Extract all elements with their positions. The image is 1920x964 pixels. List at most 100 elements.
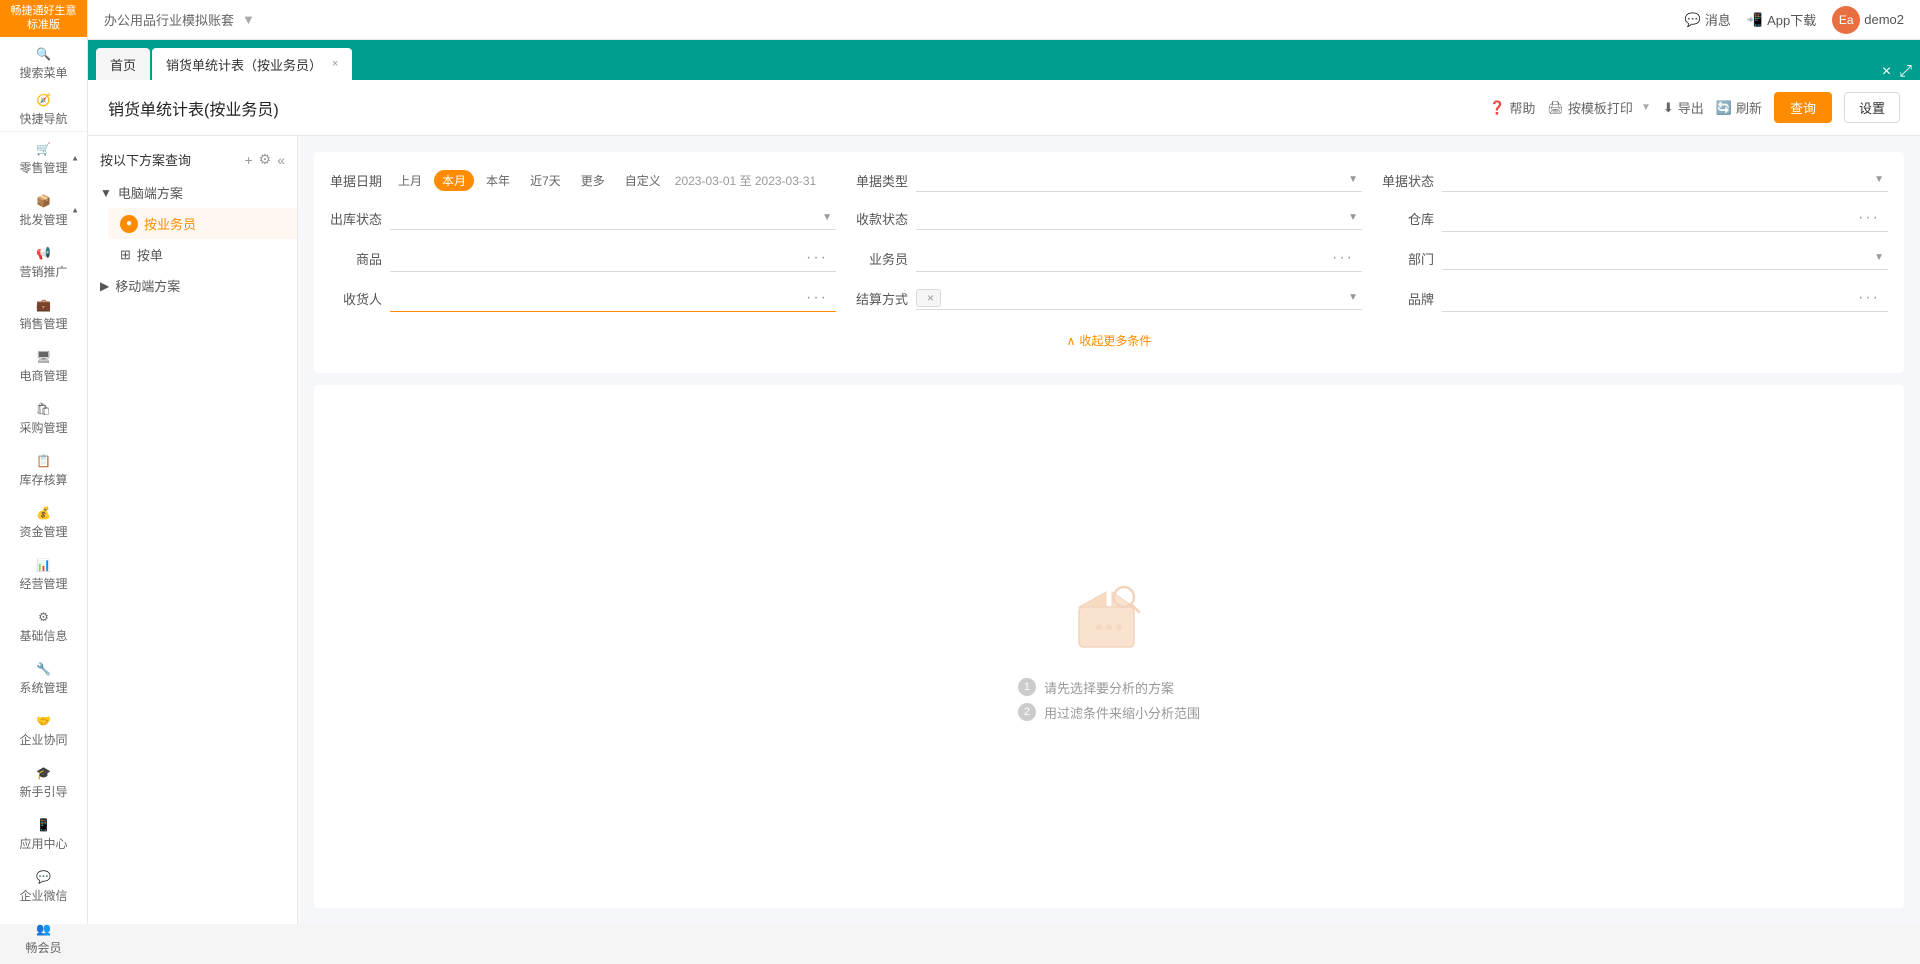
settlement-label: 结算方式	[856, 289, 908, 308]
collapse-button[interactable]: ∧ 收起更多条件	[330, 324, 1888, 357]
tab-close-all-button[interactable]: ×	[1882, 64, 1891, 80]
sidebar-logo-text: 畅捷通好生意	[11, 4, 77, 18]
sidebar-item-wechat[interactable]: 💬 企业微信	[0, 860, 87, 912]
outstatus-select-wrapper: ▼	[390, 206, 836, 230]
tree-item-by-salesperson[interactable]: ● 按业务员	[108, 208, 297, 239]
sidebar-retail-label: 零售管理	[19, 159, 67, 176]
consignee-dots-icon[interactable]: ···	[806, 289, 828, 307]
consignee-input[interactable]: ···	[390, 284, 836, 312]
topbar: 办公用品行业模拟账套 ▼ 💬 消息 📲 App下载 Ea demo2	[88, 0, 1920, 40]
refresh-icon: 🔄	[1716, 100, 1732, 116]
salesperson-dots-icon[interactable]: ···	[1332, 249, 1354, 267]
system-icon: 🔧	[36, 662, 51, 676]
sidebar-item-wholesale[interactable]: 📦 批发管理	[0, 184, 87, 236]
filter-item-product: 商品 ···	[330, 244, 836, 272]
tab-sales-stats[interactable]: 销货单统计表（按业务员） ×	[152, 48, 352, 80]
date-tab-lastmonth[interactable]: 上月	[390, 170, 430, 191]
filter-item-salesperson: 业务员 ···	[856, 244, 1362, 272]
inventory-icon: 📋	[36, 454, 51, 468]
topbar-left: 办公用品行业模拟账套 ▼	[104, 10, 255, 29]
tree-order-label: 按单	[137, 245, 163, 264]
tree-mobile-schemes[interactable]: ▶ 移动端方案	[88, 270, 297, 301]
filter-item-doctype: 单据类型 ▼	[856, 168, 1362, 192]
sidebar-search[interactable]: 🔍 搜索菜单	[0, 37, 87, 87]
topbar-dropdown-icon[interactable]: ▼	[242, 12, 255, 27]
sidebar-item-marketing[interactable]: 📢 营销推广	[0, 236, 87, 288]
date-tab-custom[interactable]: 自定义	[617, 170, 669, 191]
tab-expand-button[interactable]: ⤢	[1899, 64, 1912, 80]
date-tab-thismonth[interactable]: 本月	[434, 170, 474, 191]
tree-desktop-schemes[interactable]: ▼ 电脑端方案	[88, 177, 297, 208]
panel-header: 按以下方案查询 + ⚙ «	[88, 146, 297, 177]
tab-close-button[interactable]: ×	[332, 58, 338, 70]
tree-item-by-order[interactable]: ⊞ 按单	[108, 239, 297, 270]
sidebar-item-inventory[interactable]: 📋 库存核算	[0, 444, 87, 496]
tab-home[interactable]: 首页	[96, 48, 150, 80]
settings-button[interactable]: 设置	[1844, 92, 1900, 123]
sidebar-item-newbie[interactable]: 🎓 新手引导	[0, 756, 87, 808]
page-actions: ❓ 帮助 🖨 按模板打印 ▼ ⬇ 导出 🔄 刷新 查询 设置	[1489, 92, 1900, 135]
filter-item-collectstatus: 收款状态 ▼	[856, 206, 1362, 230]
sidebar-item-basic[interactable]: ⚙ 基础信息	[0, 600, 87, 652]
product-dots-icon[interactable]: ···	[806, 249, 828, 267]
settlement-select[interactable]	[941, 288, 1362, 307]
warehouse-input[interactable]: ···	[1442, 204, 1888, 232]
salesperson-input[interactable]: ···	[916, 244, 1362, 272]
settlement-clear-button[interactable]: ×	[927, 291, 934, 305]
empty-svg	[1064, 572, 1154, 662]
filter-item-consignee: 收货人 ···	[330, 284, 836, 312]
doctype-select[interactable]	[916, 170, 1362, 189]
sidebar-item-system[interactable]: 🔧 系统管理	[0, 652, 87, 704]
sidebar-item-sales[interactable]: 💼 销售管理	[0, 288, 87, 340]
sidebar-item-purchase[interactable]: 🛍 采购管理	[0, 392, 87, 444]
help-icon: ❓	[1489, 100, 1505, 116]
sidebar-item-member[interactable]: 👥 畅会员	[0, 912, 87, 964]
filter-item-warehouse: 仓库 ···	[1382, 204, 1888, 232]
help-button[interactable]: ❓ 帮助	[1489, 98, 1535, 117]
docstatus-select[interactable]	[1442, 170, 1888, 189]
product-input[interactable]: ···	[390, 244, 836, 272]
export-button[interactable]: ⬇ 导出	[1663, 98, 1704, 117]
brand-dots-icon[interactable]: ···	[1858, 289, 1880, 307]
print-button[interactable]: 🖨 按模板打印 ▼	[1547, 98, 1650, 117]
app-download-button[interactable]: 📲 App下载	[1747, 10, 1816, 29]
date-tab-more[interactable]: 更多	[573, 170, 613, 191]
sidebar-quicknav[interactable]: 🧭 快捷导航	[0, 87, 87, 132]
sidebar-enterprise-label: 企业协同	[19, 731, 67, 748]
date-tab-7days[interactable]: 近7天	[522, 170, 569, 191]
dept-select[interactable]	[1442, 248, 1888, 267]
message-button[interactable]: 💬 消息	[1685, 10, 1731, 29]
query-button[interactable]: 查询	[1774, 92, 1832, 123]
refresh-button[interactable]: 🔄 刷新	[1716, 98, 1762, 117]
tree-mobile-label: 移动端方案	[115, 276, 180, 295]
brand-input[interactable]: ···	[1442, 284, 1888, 312]
brand-label: 品牌	[1382, 289, 1434, 308]
date-tabs: 上月 本月 本年 近7天 更多 自定义	[390, 170, 669, 191]
tree-mobile-expand-icon: ▶	[100, 279, 109, 293]
date-tab-thisyear[interactable]: 本年	[478, 170, 518, 191]
sidebar-item-enterprise[interactable]: 🤝 企业协同	[0, 704, 87, 756]
user-name: demo2	[1864, 12, 1904, 27]
warehouse-dots-icon[interactable]: ···	[1858, 209, 1880, 227]
sidebar-item-finance[interactable]: 💰 资金管理	[0, 496, 87, 548]
download-icon: 📲	[1747, 12, 1763, 28]
filter-row-1: 单据日期 上月 本月 本年 近7天 更多 自定义 20	[330, 168, 1888, 192]
sidebar-inventory-label: 库存核算	[19, 471, 67, 488]
panel-collapse-button[interactable]: «	[277, 152, 285, 168]
filter-row-3: 商品 ··· 业务员 ···	[330, 244, 1888, 272]
sidebar-item-operations[interactable]: 📊 经营管理	[0, 548, 87, 600]
panel-add-button[interactable]: +	[244, 152, 252, 168]
message-label: 消息	[1705, 10, 1731, 29]
collectstatus-select[interactable]	[916, 208, 1362, 227]
sidebar-item-ecommerce[interactable]: 🖥 电商管理	[0, 340, 87, 392]
user-profile[interactable]: Ea demo2	[1832, 6, 1904, 34]
sidebar-item-appcenter[interactable]: 📱 应用中心	[0, 808, 87, 860]
outstatus-select[interactable]	[390, 208, 836, 227]
sidebar-item-retail[interactable]: 🛒 零售管理	[0, 132, 87, 184]
dept-select-wrapper: ▼	[1442, 246, 1888, 270]
panel-settings-button[interactable]: ⚙	[259, 151, 272, 168]
print-label: 按模板打印	[1568, 98, 1633, 117]
collapse-icon: ∧	[1067, 334, 1076, 348]
filter-row-2: 出库状态 ▼ 收款状态	[330, 204, 1888, 232]
sidebar-wechat-label: 企业微信	[19, 887, 67, 904]
